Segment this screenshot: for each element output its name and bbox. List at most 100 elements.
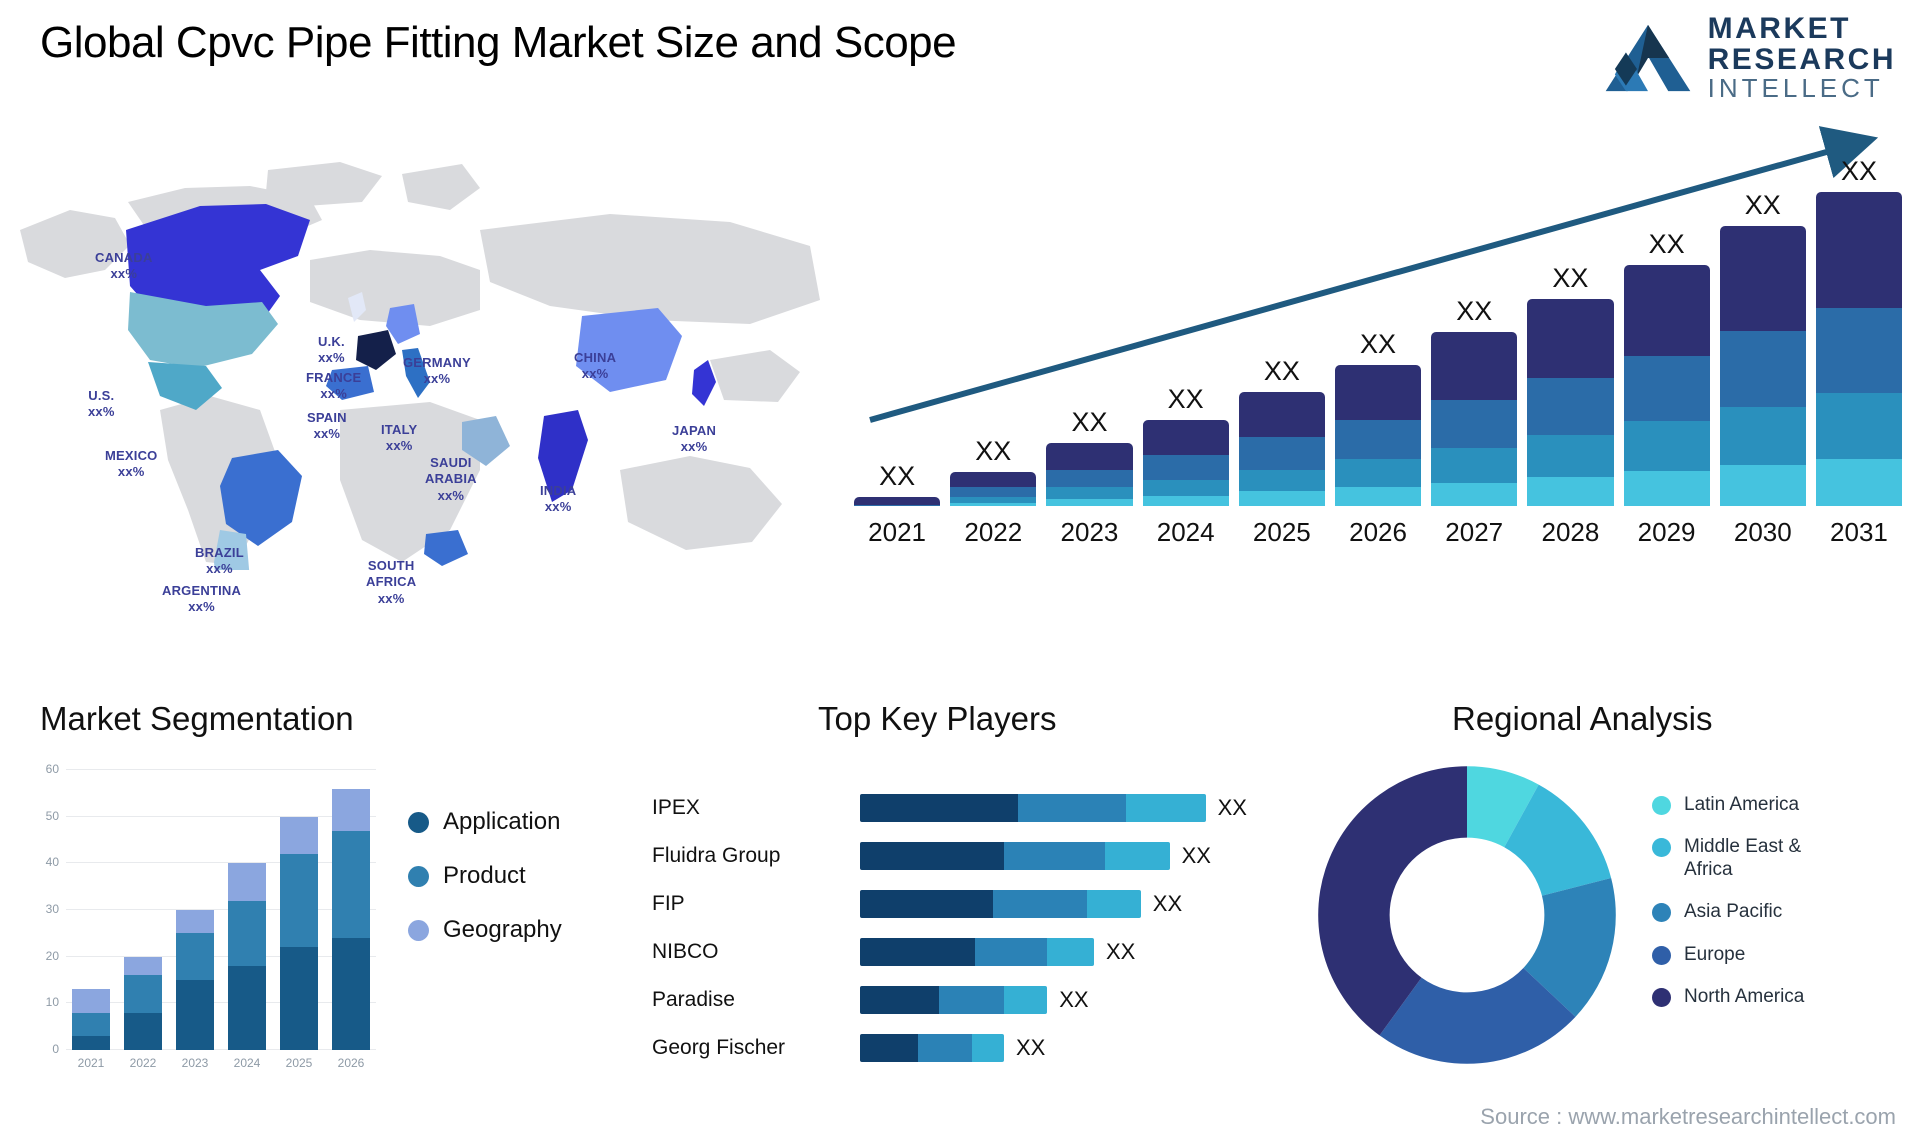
trend-bar xyxy=(1142,419,1229,506)
legend-color-dot xyxy=(1652,838,1671,858)
player-row: FIP XX xyxy=(640,880,1300,928)
player-value: XX xyxy=(1181,843,1211,868)
segmentation-bar-segment xyxy=(124,975,162,1013)
segmentation-x-tick: 2026 xyxy=(337,1056,365,1070)
trend-bar-segment xyxy=(1623,471,1710,506)
segmentation-y-tick: 20 xyxy=(45,948,59,963)
player-name: NIBCO xyxy=(652,940,719,963)
trend-bar-column: XX xyxy=(854,156,941,506)
trend-bar-column: XX xyxy=(1142,156,1229,506)
trend-bar-segment xyxy=(1623,421,1710,471)
regional-legend-item: Latin America xyxy=(1652,794,1804,816)
segmentation-x-tick: 2025 xyxy=(285,1056,313,1070)
trend-bar-segment xyxy=(950,472,1037,488)
trend-year-label: 2023 xyxy=(1060,516,1119,547)
trend-bar-segment xyxy=(1719,465,1806,506)
trend-year-label: 2021 xyxy=(868,516,927,547)
regional-legend-label: Latin America xyxy=(1684,794,1800,815)
segmentation-x-tick: 2024 xyxy=(233,1056,261,1070)
trend-bar-segment xyxy=(1719,226,1806,331)
regional-legend-label: North America xyxy=(1684,986,1805,1008)
player-bar-segment xyxy=(860,794,1019,822)
map-label-u-s: U.S. xx% xyxy=(88,388,115,420)
player-row: NIBCO XX xyxy=(640,928,1300,976)
player-name: FIP xyxy=(652,892,685,915)
trend-bar-segment xyxy=(1527,434,1614,477)
player-bar xyxy=(860,890,1141,918)
trend-bar-segment xyxy=(1238,469,1325,492)
trend-bar-column: XX xyxy=(950,156,1037,506)
regional-title: Regional Analysis xyxy=(1452,700,1713,737)
regional-legend: Latin America Middle East & Africa Asia Pa… xyxy=(1652,794,1804,1008)
players-title: Top Key Players xyxy=(818,700,1057,737)
map-label-saudi-arabia: SAUDI ARABIA xx% xyxy=(425,455,477,503)
trend-bar xyxy=(1623,265,1710,506)
player-bar-segment xyxy=(860,986,940,1014)
trend-year-label: 2030 xyxy=(1733,516,1792,547)
trend-bar-segment xyxy=(1719,331,1806,407)
brand-line-2: RESEARCH xyxy=(1707,42,1896,76)
trend-bar-segment xyxy=(1527,377,1614,435)
trend-bar-column: XX xyxy=(1815,156,1903,506)
regional-analysis-chart: Latin America Middle East & Africa Asia Pa… xyxy=(1300,756,1920,1106)
player-bar xyxy=(860,794,1206,822)
trend-bar-segment xyxy=(1719,406,1806,466)
trend-bar-group: XX XX XX XX XX XX XX XX XX XX XX xyxy=(854,156,1903,506)
player-name: Paradise xyxy=(652,988,735,1011)
country-japan xyxy=(692,360,716,406)
segmentation-bar-segment xyxy=(72,1036,110,1050)
map-label-u-k: U.K. xx% xyxy=(318,334,345,366)
trend-bar-value: XX xyxy=(1360,328,1397,359)
infographic-root: Global Cpvc Pipe Fitting Market Size and… xyxy=(0,0,1920,1146)
brand-line-3: INTELLECT xyxy=(1707,73,1884,104)
brand-wordmark: MARKET RESEARCH INTELLECT xyxy=(1707,12,1896,104)
map-label-spain: SPAIN xx% xyxy=(307,410,347,442)
country-france xyxy=(356,330,396,370)
player-value: XX xyxy=(1059,987,1089,1012)
regional-legend-label: Europe xyxy=(1684,943,1746,965)
segmentation-bar-segment xyxy=(280,816,318,854)
trend-bar-segment xyxy=(1142,419,1229,455)
trend-bar-value: XX xyxy=(1263,356,1300,387)
regional-legend-label: Asia Pacific xyxy=(1684,901,1783,923)
trend-bar-value: XX xyxy=(1167,383,1204,414)
player-value: XX xyxy=(1217,795,1247,820)
segmentation-bar-segment xyxy=(176,980,214,1050)
map-label-france: FRANCE xx% xyxy=(306,370,362,402)
trend-bar-segment xyxy=(1142,454,1229,480)
map-label-india: INDIA xx% xyxy=(540,483,577,515)
legend-color-dot xyxy=(1652,945,1671,965)
segmentation-bar-segment xyxy=(124,1012,162,1050)
regional-legend-item: Europe xyxy=(1652,944,1804,966)
regional-donut-svg xyxy=(1318,766,1616,1064)
mountain-m-icon xyxy=(1605,24,1690,91)
legend-color-dot xyxy=(408,811,429,833)
segmentation-y-tick: 50 xyxy=(45,808,59,823)
segmentation-bar-segment xyxy=(332,938,370,1050)
player-bar-segment xyxy=(939,986,1004,1014)
trend-bar-segment xyxy=(950,487,1037,498)
trend-bar-segment xyxy=(950,503,1037,506)
trend-bar-segment xyxy=(1046,443,1133,470)
trend-bar xyxy=(1334,364,1422,506)
segmentation-bar-group xyxy=(66,770,376,1050)
trend-bar-segment xyxy=(1623,265,1710,356)
player-bar-segment xyxy=(860,890,994,918)
player-name: Georg Fischer xyxy=(652,1036,786,1059)
segmentation-bar xyxy=(176,910,214,1050)
trend-bar-segment xyxy=(1527,298,1614,378)
segmentation-bar xyxy=(124,956,162,1050)
trend-bar-segment xyxy=(1431,332,1518,400)
player-value: XX xyxy=(1016,1035,1046,1060)
regional-legend-item: Middle East & Africa xyxy=(1652,836,1804,881)
trend-bar-segment xyxy=(1046,487,1133,499)
segmentation-legend-label: Application xyxy=(443,808,561,835)
trend-bar-segment xyxy=(854,497,941,505)
player-bar-segment xyxy=(1003,986,1048,1014)
trend-year-label: 2022 xyxy=(964,516,1023,547)
trend-bar-segment xyxy=(1334,419,1422,460)
player-bar-segment xyxy=(1104,842,1170,870)
brand-line-1: MARKET xyxy=(1707,12,1851,45)
segmentation-bar xyxy=(280,816,318,1050)
player-name: Fluidra Group xyxy=(652,844,781,867)
